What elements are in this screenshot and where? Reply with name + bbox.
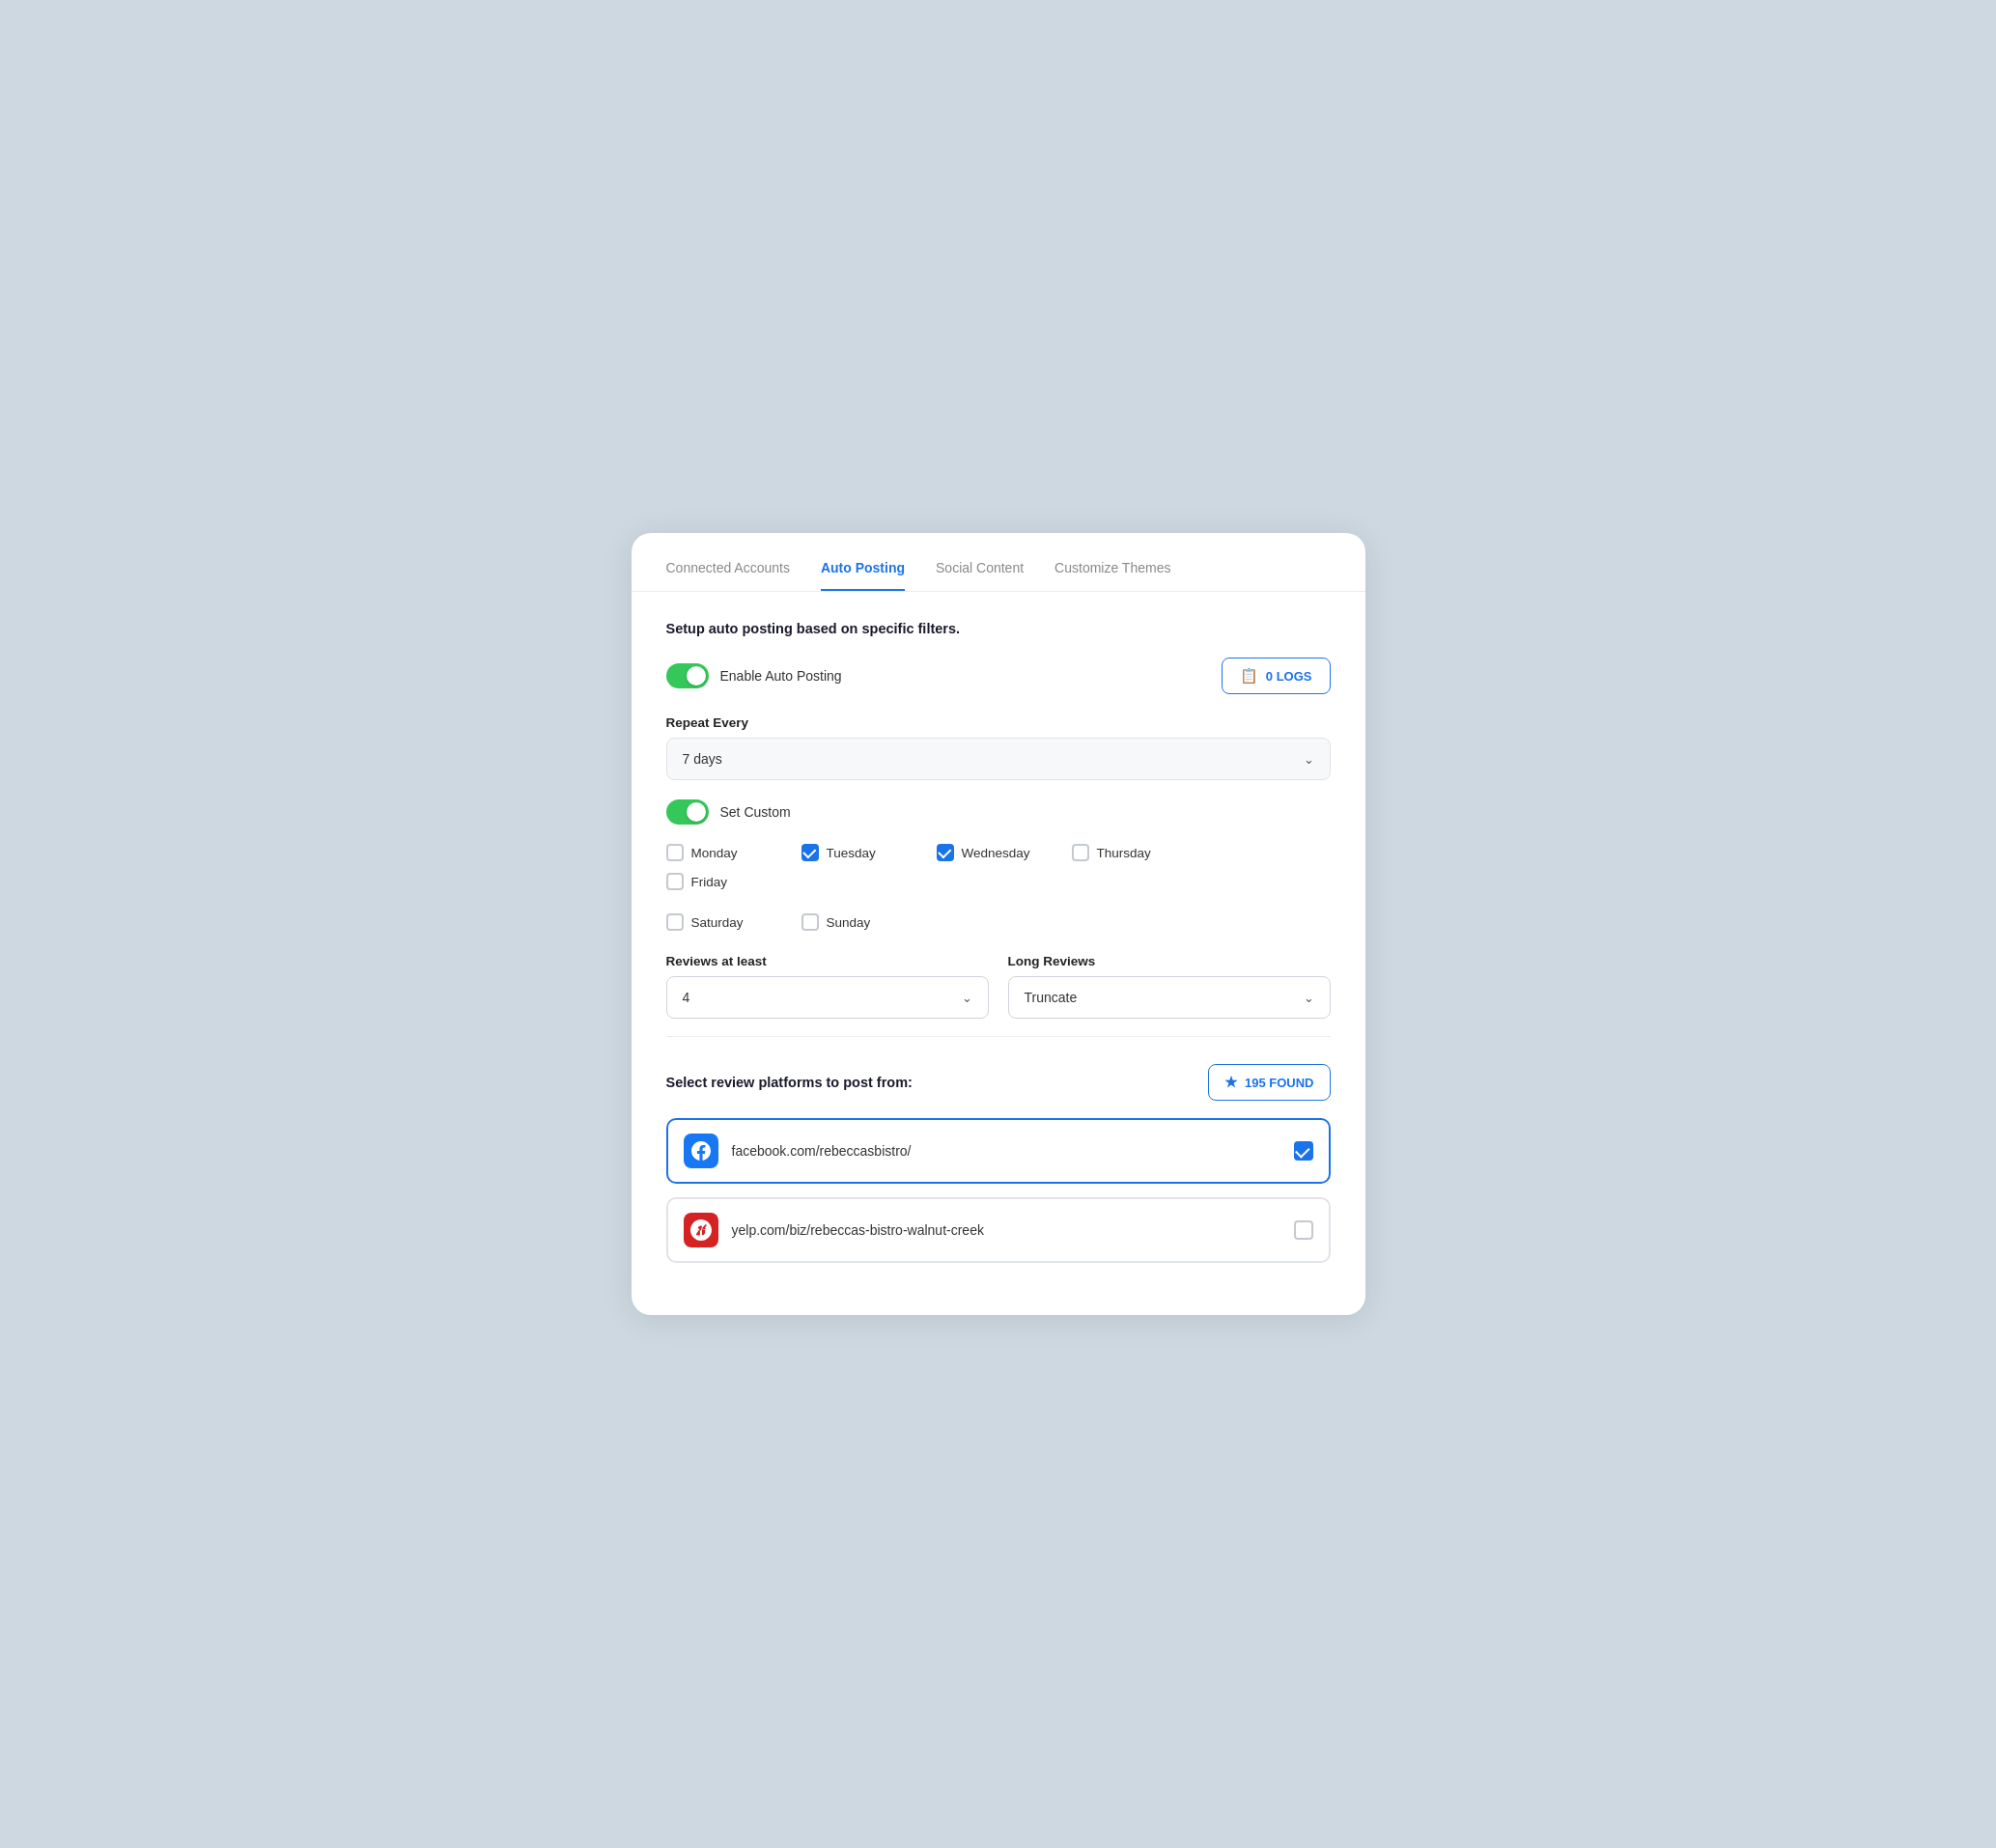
platforms-header: Select review platforms to post from: ★ …	[666, 1064, 1331, 1101]
logs-button[interactable]: 📋 0 LOGS	[1222, 658, 1331, 694]
friday-checkbox[interactable]	[666, 873, 684, 890]
day-saturday: Saturday	[666, 913, 801, 931]
thursday-checkbox[interactable]	[1072, 844, 1089, 861]
toggle-left-group: Enable Auto Posting	[666, 663, 842, 688]
reviews-at-least-value: 4	[683, 990, 690, 1005]
yelp-url: yelp.com/biz/rebeccas-bistro-walnut-cree…	[732, 1222, 1280, 1238]
long-reviews-col: Long Reviews Truncate ⌄	[1008, 954, 1331, 1019]
enable-auto-posting-row: Enable Auto Posting 📋 0 LOGS	[666, 658, 1331, 694]
wednesday-checkbox[interactable]	[937, 844, 954, 861]
day-tuesday: Tuesday	[801, 844, 937, 861]
set-custom-row: Set Custom	[666, 799, 1331, 825]
long-reviews-chevron-icon: ⌄	[1304, 991, 1314, 1005]
facebook-checkbox[interactable]	[1294, 1141, 1313, 1161]
enable-auto-posting-label: Enable Auto Posting	[720, 668, 842, 684]
day-sunday: Sunday	[801, 913, 937, 931]
section-subtitle: Setup auto posting based on specific fil…	[666, 621, 1331, 636]
main-card: Connected Accounts Auto Posting Social C…	[632, 533, 1365, 1315]
content-area: Setup auto posting based on specific fil…	[632, 592, 1365, 1263]
friday-label: Friday	[691, 875, 728, 889]
set-custom-label: Set Custom	[720, 804, 791, 820]
sunday-checkbox[interactable]	[801, 913, 819, 931]
divider	[666, 1036, 1331, 1037]
set-custom-toggle[interactable]	[666, 799, 709, 825]
reviews-row: Reviews at least 4 ⌄ Long Reviews Trunca…	[666, 954, 1331, 1019]
tab-connected-accounts[interactable]: Connected Accounts	[666, 560, 790, 591]
monday-checkbox[interactable]	[666, 844, 684, 861]
wednesday-label: Wednesday	[962, 846, 1030, 860]
tuesday-checkbox[interactable]	[801, 844, 819, 861]
platform-item-facebook[interactable]: facebook.com/rebeccasbistro/	[666, 1118, 1331, 1184]
reviews-chevron-icon: ⌄	[962, 991, 972, 1005]
chevron-down-icon: ⌄	[1304, 752, 1314, 767]
facebook-icon	[684, 1134, 718, 1168]
repeat-every-select[interactable]: 7 days ⌄	[666, 738, 1331, 780]
tab-social-content[interactable]: Social Content	[936, 560, 1024, 591]
tab-auto-posting[interactable]: Auto Posting	[821, 560, 905, 591]
repeat-every-label: Repeat Every	[666, 715, 1331, 730]
yelp-icon	[684, 1213, 718, 1247]
days-row-2: Saturday Sunday	[666, 913, 1331, 942]
platform-item-yelp[interactable]: yelp.com/biz/rebeccas-bistro-walnut-cree…	[666, 1197, 1331, 1263]
toggle-knob	[687, 666, 706, 686]
tab-customize-themes[interactable]: Customize Themes	[1054, 560, 1170, 591]
thursday-label: Thursday	[1097, 846, 1151, 860]
found-button[interactable]: ★ 195 FOUND	[1208, 1064, 1331, 1101]
day-thursday: Thursday	[1072, 844, 1207, 861]
found-btn-label: 195 FOUND	[1245, 1076, 1314, 1090]
day-monday: Monday	[666, 844, 801, 861]
reviews-at-least-col: Reviews at least 4 ⌄	[666, 954, 989, 1019]
day-wednesday: Wednesday	[937, 844, 1072, 861]
page-background: Connected Accounts Auto Posting Social C…	[0, 0, 1996, 1848]
logs-icon: 📋	[1240, 667, 1258, 685]
long-reviews-label: Long Reviews	[1008, 954, 1331, 968]
reviews-at-least-label: Reviews at least	[666, 954, 989, 968]
facebook-url: facebook.com/rebeccasbistro/	[732, 1143, 1280, 1159]
yelp-checkbox[interactable]	[1294, 1220, 1313, 1240]
platforms-title: Select review platforms to post from:	[666, 1075, 913, 1090]
reviews-at-least-select[interactable]: 4 ⌄	[666, 976, 989, 1019]
tab-bar: Connected Accounts Auto Posting Social C…	[632, 533, 1365, 592]
logs-btn-label: 0 LOGS	[1266, 669, 1312, 684]
sunday-label: Sunday	[827, 915, 871, 930]
tuesday-label: Tuesday	[827, 846, 876, 860]
repeat-every-value: 7 days	[683, 751, 722, 767]
monday-label: Monday	[691, 846, 738, 860]
enable-auto-posting-toggle[interactable]	[666, 663, 709, 688]
saturday-checkbox[interactable]	[666, 913, 684, 931]
day-friday: Friday	[666, 873, 801, 890]
set-custom-toggle-knob	[687, 802, 706, 822]
long-reviews-value: Truncate	[1025, 990, 1078, 1005]
long-reviews-select[interactable]: Truncate ⌄	[1008, 976, 1331, 1019]
days-row-1: Monday Tuesday Wednesday Thursday Friday	[666, 844, 1331, 902]
star-icon: ★	[1224, 1074, 1237, 1091]
saturday-label: Saturday	[691, 915, 744, 930]
